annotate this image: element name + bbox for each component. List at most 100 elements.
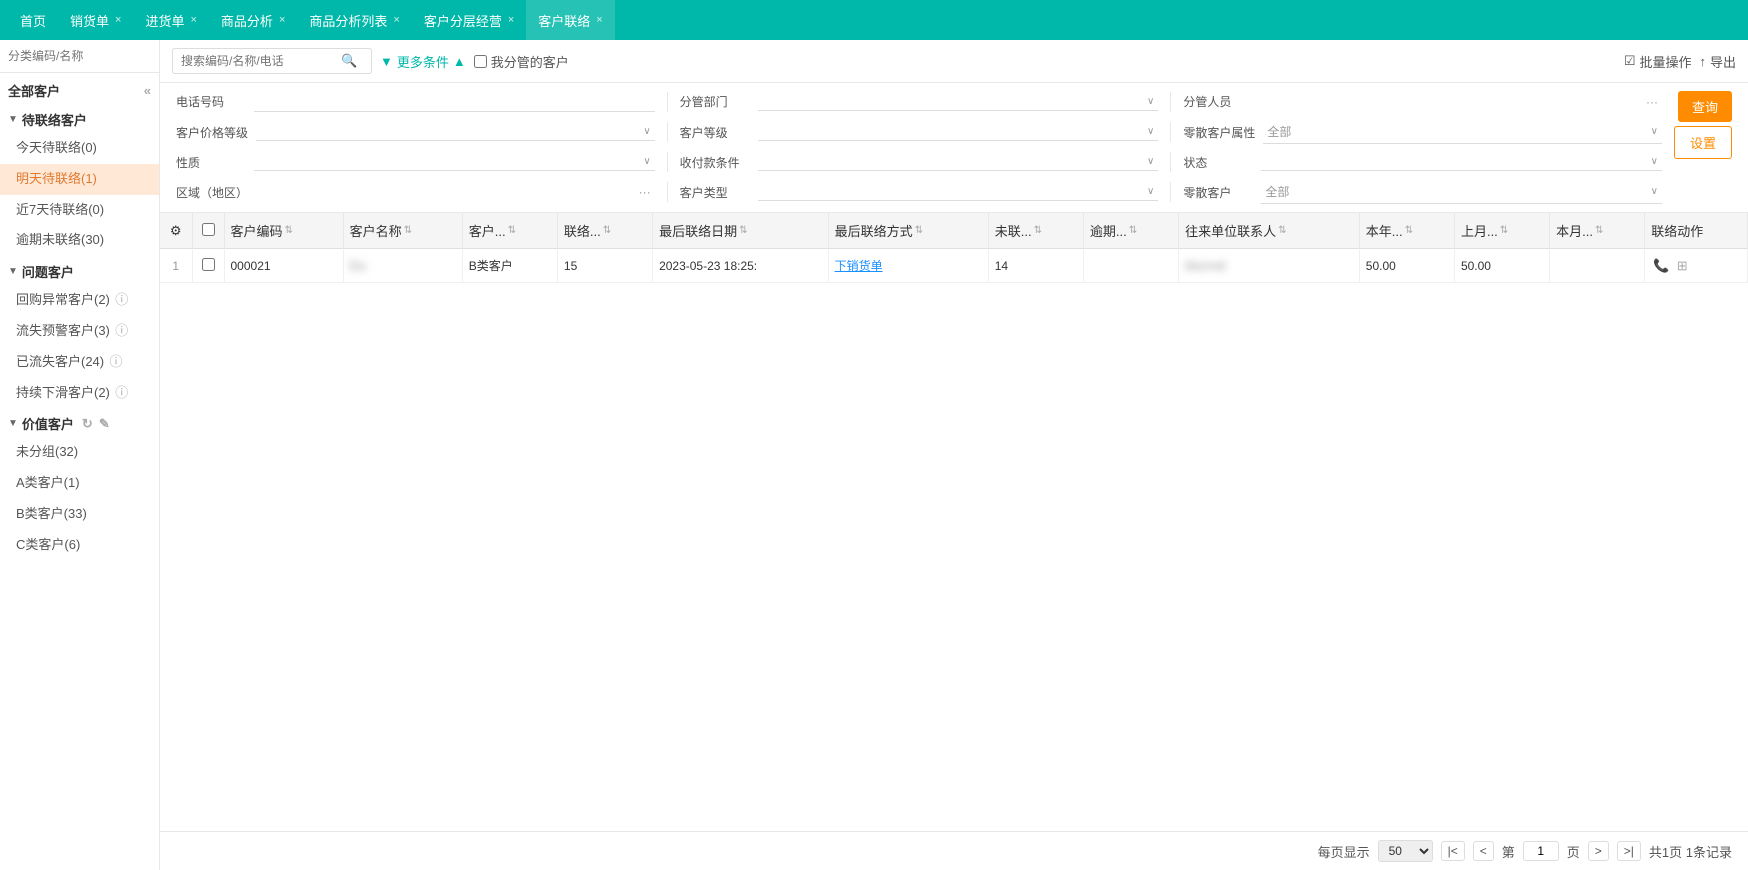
action-more-icon[interactable]: ⊞ (1677, 258, 1688, 273)
sidebar-item-tomorrow-pending[interactable]: 明天待联络(1) (0, 164, 159, 195)
nav-close-sales[interactable]: × (115, 14, 121, 26)
nav-close-customer-contact[interactable]: × (596, 14, 602, 26)
query-button[interactable]: 查询 (1678, 91, 1732, 122)
nav-home[interactable]: 首页 (8, 0, 58, 40)
region-select[interactable]: ··· (256, 182, 655, 202)
sidebar-item-overdue-pending[interactable]: 逾期未联络(30) (0, 225, 159, 256)
dept-select[interactable]: ∨ (758, 93, 1159, 111)
scattered-attr-select[interactable]: 全部 ∨ (1263, 120, 1662, 144)
td-last-method[interactable]: 下销货单 (828, 249, 988, 283)
page-number-input[interactable] (1523, 841, 1559, 861)
export-button[interactable]: ↑ 导出 (1699, 52, 1736, 71)
customer-level-select[interactable]: ∨ (758, 123, 1159, 141)
td-checkbox (192, 249, 224, 283)
sidebar-item-today-pending[interactable]: 今天待联络(0) (0, 133, 159, 164)
chevron-up-icon: ▲ (453, 54, 466, 69)
sort-thismonth-icon: ⇅ (1595, 225, 1603, 236)
search-icon[interactable]: 🔍 (341, 53, 357, 69)
my-customers-checkbox[interactable] (474, 55, 487, 68)
th-name[interactable]: 客户名称 ⇅ (343, 213, 462, 249)
sidebar-item-repurchase-anomaly[interactable]: 回购异常客户(2) ⓘ (0, 285, 159, 316)
sort-lastmonth-icon: ⇅ (1500, 225, 1508, 236)
th-last-month[interactable]: 上月... ⇅ (1454, 213, 1549, 249)
nav-product-analysis-list[interactable]: 商品分析列表 × (297, 0, 411, 40)
info-icon-churned: ⓘ (109, 354, 122, 369)
th-code[interactable]: 客户编码 ⇅ (224, 213, 343, 249)
sidebar-search-input[interactable] (8, 49, 160, 63)
batch-op-button[interactable]: ☑ 批量操作 (1624, 52, 1692, 71)
main-search-input[interactable] (181, 54, 341, 68)
setting-button[interactable]: 设置 (1674, 126, 1732, 159)
filter-phone: 电话号码 (176, 91, 655, 112)
status-select[interactable]: ∨ (1261, 153, 1662, 171)
th-gear[interactable]: ⚙ (160, 213, 192, 249)
my-customers-wrap: 我分管的客户 (474, 52, 569, 71)
nav-close-product-analysis[interactable]: × (279, 14, 285, 26)
price-level-select[interactable]: ∨ (256, 123, 655, 141)
sidebar-item-churn-warning[interactable]: 流失预警客户(3) ⓘ (0, 316, 159, 347)
nav-sales-order[interactable]: 销货单 × (58, 0, 133, 40)
refresh-icon[interactable]: ↻ (82, 416, 93, 432)
th-this-year[interactable]: 本年... ⇅ (1359, 213, 1454, 249)
filter-bar: 🔍 ▼ 更多条件 ▲ 我分管的客户 ☑ 批量操作 ↑ 导出 (160, 40, 1748, 83)
manager-select[interactable]: ··· (1261, 92, 1662, 112)
row-checkbox[interactable] (202, 258, 215, 271)
filter-price-level: 客户价格等级 ∨ (176, 123, 655, 141)
nav-close-customer-segment[interactable]: × (508, 14, 514, 26)
th-last-method[interactable]: 最后联络方式 ⇅ (828, 213, 988, 249)
th-this-month[interactable]: 本月... ⇅ (1550, 213, 1645, 249)
customer-name-blurred: Ea (350, 258, 366, 273)
payment-select[interactable]: ∨ (758, 153, 1159, 171)
sidebar-item-a-class[interactable]: A类客户(1) (0, 468, 159, 499)
region-dots[interactable]: ··· (639, 185, 651, 199)
nav-customer-contact[interactable]: 客户联络 × (526, 0, 614, 40)
td-type: B类客户 (462, 249, 557, 283)
prev-page-button[interactable]: < (1473, 841, 1494, 861)
th-actions: 联络动作 (1645, 213, 1748, 249)
phone-input[interactable] (254, 91, 655, 112)
td-unlinked: 14 (988, 249, 1083, 283)
sidebar-item-b-class[interactable]: B类客户(33) (0, 499, 159, 530)
sidebar-item-7day-pending[interactable]: 近7天待联络(0) (0, 195, 159, 226)
th-contact-num[interactable]: 联络... ⇅ (557, 213, 652, 249)
nav-close-purchase[interactable]: × (190, 14, 196, 26)
value-section-title: ▼ 价值客户 ↻ ✎ (0, 408, 159, 437)
edit-icon[interactable]: ✎ (99, 416, 110, 432)
collapse-icon[interactable]: « (144, 83, 151, 98)
th-overdue[interactable]: 逾期... ⇅ (1083, 213, 1178, 249)
filter-customer-type: 客户类型 ∨ (680, 183, 1159, 201)
sidebar-item-churned[interactable]: 已流失客户(24) ⓘ (0, 347, 159, 378)
next-page-button[interactable]: > (1588, 841, 1609, 861)
scattered-customer-select[interactable]: 全部 ∨ (1261, 180, 1662, 204)
th-last-date[interactable]: 最后联络日期 ⇅ (653, 213, 829, 249)
sidebar-item-ungrouped[interactable]: 未分组(32) (0, 437, 159, 468)
td-contact-count: 15 (557, 249, 652, 283)
th-unit-contact[interactable]: 往来单位联系人 ⇅ (1179, 213, 1360, 249)
customer-type-select[interactable]: ∨ (758, 183, 1159, 201)
more-filter-button[interactable]: ▼ 更多条件 ▲ (380, 52, 466, 71)
nav-close-product-list[interactable]: × (393, 14, 399, 26)
last-page-button[interactable]: >| (1617, 841, 1641, 861)
action-phone-icon[interactable]: 📞 (1653, 258, 1669, 273)
td-last-date: 2023-05-23 18:25: (653, 249, 829, 283)
sort-unlinked-icon: ⇅ (1034, 225, 1042, 236)
nature-select[interactable]: ∨ (254, 153, 655, 171)
info-icon-churn-warning: ⓘ (115, 323, 128, 338)
th-unlinked[interactable]: 未联... ⇅ (988, 213, 1083, 249)
unit-contact-blurred: blurred (1185, 258, 1225, 273)
first-page-button[interactable]: |< (1441, 841, 1465, 861)
per-page-select[interactable]: 50 20 100 (1378, 840, 1433, 862)
table-row: 1 000021 Ea B类客户 15 2023-05-23 18:25: 下销… (160, 249, 1748, 283)
sidebar-item-declining[interactable]: 持续下滑客户(2) ⓘ (0, 378, 159, 409)
manager-dots[interactable]: ··· (1646, 95, 1658, 109)
sidebar-item-c-class[interactable]: C类客户(6) (0, 530, 159, 561)
export-icon: ↑ (1699, 54, 1706, 69)
gear-header-icon[interactable]: ⚙ (170, 223, 182, 238)
th-customer-type[interactable]: 客户... ⇅ (462, 213, 557, 249)
nav-product-analysis[interactable]: 商品分析 × (209, 0, 297, 40)
customer-level-chevron: ∨ (1147, 126, 1154, 137)
select-all-checkbox[interactable] (202, 223, 215, 236)
value-triangle: ▼ (8, 418, 18, 429)
nav-customer-segment[interactable]: 客户分层经营 × (412, 0, 526, 40)
nav-purchase[interactable]: 进货单 × (133, 0, 208, 40)
